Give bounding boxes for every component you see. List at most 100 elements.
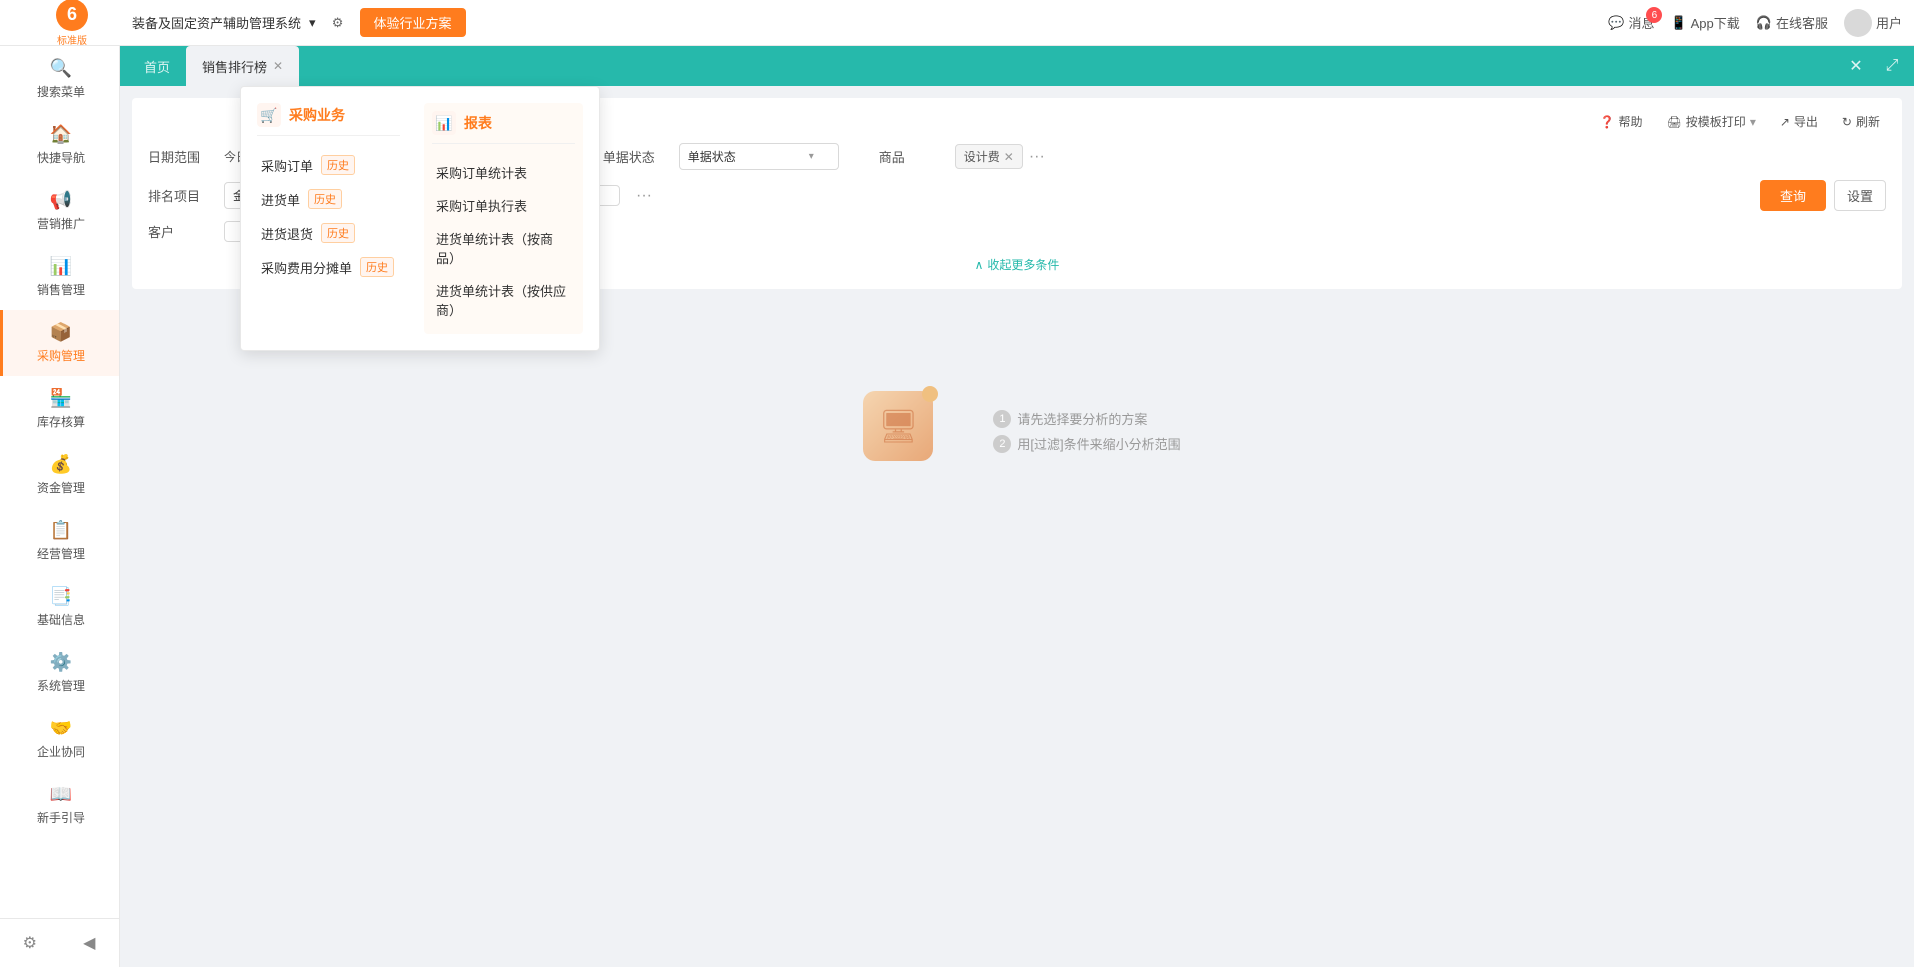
phone-icon: 📱 <box>1670 15 1686 31</box>
tab-bar: 首页 销售排行榜 ✕ ✕ ⤢ <box>120 46 1914 86</box>
app-title: 装备及固定资产辅助管理系统 <box>132 13 301 32</box>
dropdown-item-label: 采购订单统计表 <box>436 163 527 182</box>
export-btn[interactable]: ↗ 导出 <box>1774 110 1824 133</box>
dropdown-item-order-exec[interactable]: 采购订单执行表 <box>432 189 575 222</box>
tab-sales-rank[interactable]: 销售排行榜 ✕ <box>186 46 299 86</box>
dropdown-columns: 🛒 采购业务 采购订单 历史 进货单 历史 进货退货 历史 <box>257 103 583 334</box>
goods-more-dots[interactable]: ··· <box>1029 148 1045 166</box>
dropdown-item-return[interactable]: 进货退货 历史 <box>257 216 400 250</box>
hint-num-2: 2 <box>993 435 1011 453</box>
date-range-label: 日期范围 <box>148 147 208 166</box>
sidebar-item-basic[interactable]: 📑 基础信息 <box>0 574 119 640</box>
sidebar-item-label: 基础信息 <box>37 611 85 628</box>
history-badge: 历史 <box>321 155 355 175</box>
goods-tag-close[interactable]: ✕ <box>1004 150 1014 164</box>
purchase-col: 🛒 采购业务 采购订单 历史 进货单 历史 进货退货 历史 <box>257 103 400 334</box>
settings-button[interactable]: 设置 <box>1834 180 1886 211</box>
print-label: 按模板打印 <box>1686 113 1746 130</box>
hint-text-2: 用[过滤]条件来缩小分析范围 <box>1017 434 1180 453</box>
history-badge: 历史 <box>308 189 342 209</box>
dropdown-item-purchase-order[interactable]: 采购订单 历史 <box>257 148 400 182</box>
tab-expand-btn[interactable]: ⤢ <box>1878 52 1906 80</box>
dropdown-item-label: 采购费用分摊单 <box>261 258 352 277</box>
sidebar-item-label: 经营管理 <box>37 545 85 562</box>
home-icon: 🏠 <box>50 124 72 145</box>
message-btn[interactable]: 💬 消息 6 <box>1608 13 1654 32</box>
user-label: 用户 <box>1876 13 1902 32</box>
rank-label: 排名项目 <box>148 186 208 205</box>
empty-illustration: 🖥 <box>853 381 953 481</box>
marketing-icon: 📢 <box>50 190 72 211</box>
customer-label: 客户 <box>148 222 208 241</box>
doc-status-select[interactable]: 单据状态 ▾ <box>679 143 839 170</box>
collapse-text: 收起更多条件 <box>987 256 1059 273</box>
sidebar-item-system[interactable]: ⚙️ 系统管理 <box>0 640 119 706</box>
help-btn[interactable]: ❓ 帮助 <box>1594 110 1649 133</box>
dropdown-item-order-stats[interactable]: 采购订单统计表 <box>432 156 575 189</box>
dropdown-item-label: 进货退货 <box>261 224 313 243</box>
sidebar-bottom: ⚙ ◀ <box>0 918 119 967</box>
report-col-header: 📊 报表 <box>432 111 575 144</box>
report-col-title: 报表 <box>464 113 492 133</box>
sidebar-item-operations[interactable]: 📋 经营管理 <box>0 508 119 574</box>
avatar <box>1844 9 1872 37</box>
sidebar-item-finance[interactable]: 💰 资金管理 <box>0 442 119 508</box>
sidebar-item-label: 企业协同 <box>37 743 85 760</box>
sidebar-item-cooperation[interactable]: 🤝 企业协同 <box>0 706 119 772</box>
inventory-icon: 🏪 <box>50 388 72 409</box>
sales-icon: 📊 <box>50 256 72 277</box>
search-button[interactable]: 查询 <box>1760 180 1826 211</box>
sidebar-settings-btn[interactable]: ⚙ <box>0 927 60 959</box>
basic-icon: 📑 <box>50 586 72 607</box>
dropdown-item-incoming[interactable]: 进货单 历史 <box>257 182 400 216</box>
sidebar-collapse-btn[interactable]: ◀ <box>60 927 120 959</box>
dropdown-item-label: 采购订单 <box>261 156 313 175</box>
dropdown-item-expense[interactable]: 采购费用分摊单 历史 <box>257 250 400 284</box>
refresh-btn[interactable]: ↻ 刷新 <box>1836 110 1886 133</box>
search-icon: 🔍 <box>50 58 72 79</box>
operations-icon: 📋 <box>50 520 72 541</box>
sidebar-item-quicknav[interactable]: 🏠 快捷导航 <box>0 112 119 178</box>
sidebar-item-marketing[interactable]: 📢 营销推广 <box>0 178 119 244</box>
goods-tag-design[interactable]: 设计费 ✕ <box>955 144 1023 169</box>
dropdown-item-label: 进货单统计表（按供应商） <box>436 281 571 319</box>
online-service-btn[interactable]: 🎧 在线客服 <box>1756 13 1828 32</box>
settings-icon-btn[interactable]: ⚙ <box>324 9 352 37</box>
salesperson-dots[interactable]: ··· <box>636 187 652 205</box>
sidebar-item-purchase[interactable]: 📦 采购管理 <box>0 310 119 376</box>
logo-icon: 6 <box>56 0 88 31</box>
app-title-section: 装备及固定资产辅助管理系统 ▾ ⚙ 体验行业方案 <box>132 8 1608 37</box>
print-dropdown-icon: ▾ <box>1750 115 1756 129</box>
user-btn[interactable]: 用户 <box>1844 9 1902 37</box>
tab-close-icon[interactable]: ✕ <box>273 59 283 73</box>
sidebar-item-label: 库存核算 <box>37 413 85 430</box>
tab-home[interactable]: 首页 <box>128 46 186 86</box>
dropdown-item-incoming-stats-goods[interactable]: 进货单统计表（按商品） <box>432 222 575 274</box>
purchase-col-header: 🛒 采购业务 <box>257 103 400 136</box>
app-download-btn[interactable]: 📱 App下载 <box>1670 13 1739 32</box>
print-btn[interactable]: 🖨 按模板打印 ▾ <box>1661 110 1762 133</box>
industry-button[interactable]: 体验行业方案 <box>360 8 466 37</box>
dropdown-item-incoming-stats-supplier[interactable]: 进货单统计表（按供应商） <box>432 274 575 326</box>
dropdown-item-label: 采购订单执行表 <box>436 196 527 215</box>
cooperation-icon: 🤝 <box>50 718 72 739</box>
doc-status-label: 单据状态 <box>603 147 663 166</box>
collapse-up-icon: ∧ <box>975 258 984 272</box>
hint-num-1: 1 <box>993 410 1011 428</box>
sidebar-item-guide[interactable]: 📖 新手引导 <box>0 772 119 838</box>
tab-close-btn[interactable]: ✕ <box>1842 52 1870 80</box>
sidebar: 🔍 搜索菜单 🏠 快捷导航 📢 营销推广 📊 销售管理 📦 采购管理 🏪 库存核… <box>0 46 120 967</box>
export-label: 导出 <box>1794 113 1818 130</box>
title-dropdown-arrow[interactable]: ▾ <box>309 15 316 31</box>
sidebar-item-inventory[interactable]: 🏪 库存核算 <box>0 376 119 442</box>
print-icon: 🖨 <box>1667 115 1682 129</box>
report-col: 📊 报表 采购订单统计表 采购订单执行表 进货单统计表（按商品） 进货单统计表（… <box>424 103 583 334</box>
sidebar-item-sales[interactable]: 📊 销售管理 <box>0 244 119 310</box>
sidebar-item-label: 营销推广 <box>37 215 85 232</box>
history-badge: 历史 <box>360 257 394 277</box>
dropdown-item-label: 进货单 <box>261 190 300 209</box>
goods-tag-label: 设计费 <box>964 148 1000 165</box>
sidebar-item-search[interactable]: 🔍 搜索菜单 <box>0 46 119 112</box>
purchase-col-title: 采购业务 <box>289 105 345 125</box>
refresh-icon: ↻ <box>1842 115 1852 129</box>
